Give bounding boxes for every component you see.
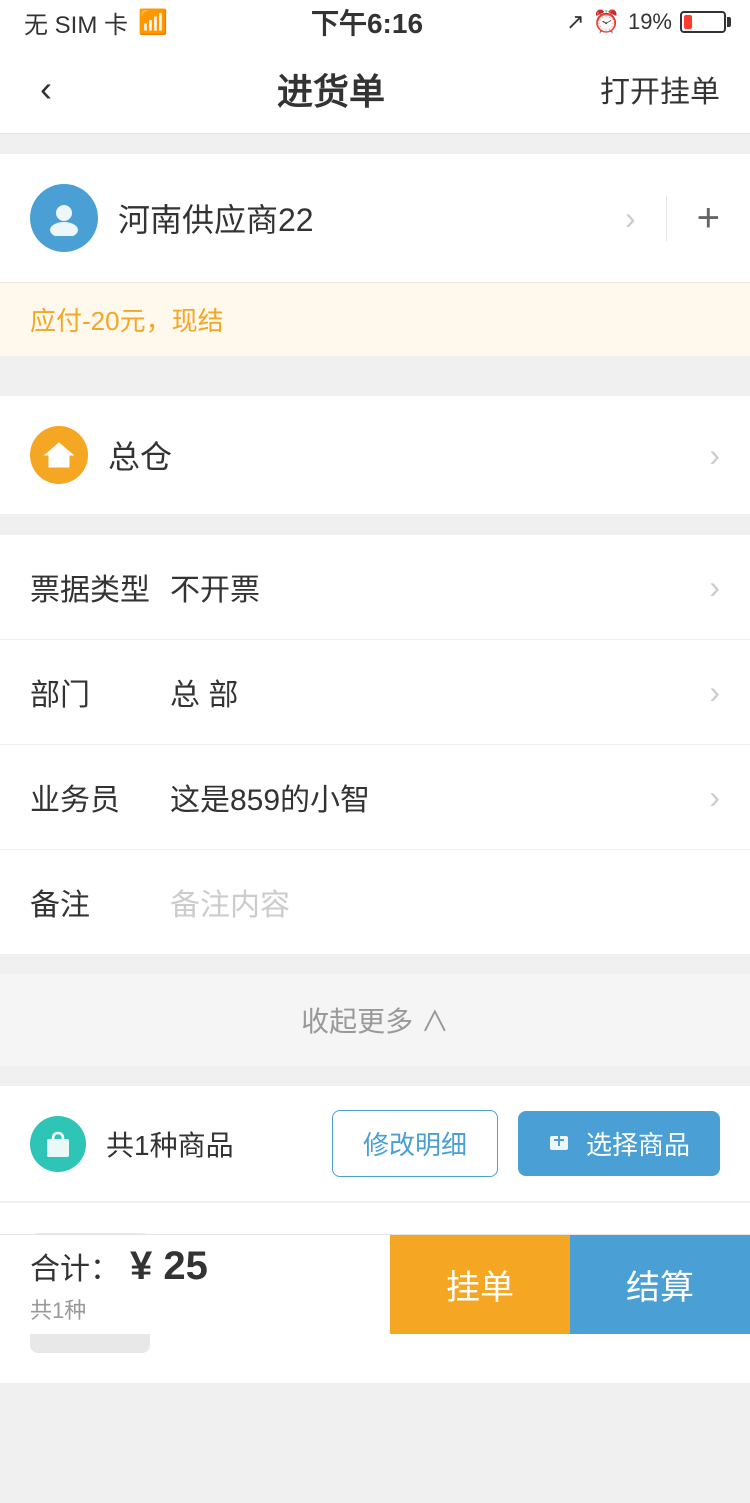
remark-label: 备注 xyxy=(30,880,150,924)
chevron-right-icon: › xyxy=(709,437,720,474)
alarm-icon: ⏰ xyxy=(593,9,620,35)
dept-row[interactable]: 部门 总 部 › xyxy=(0,639,750,744)
dept-label: 部门 xyxy=(30,670,150,714)
form-divider xyxy=(0,514,750,534)
checkout-button[interactable]: 结算 xyxy=(570,1235,750,1334)
invoice-row[interactable]: 票据类型 不开票 › xyxy=(0,534,750,639)
collapse-button[interactable]: 收起更多 ∧ xyxy=(0,974,750,1066)
chevron-right-icon: › xyxy=(709,779,720,816)
chevron-right-icon: › xyxy=(625,200,636,237)
carrier-label: 无 SIM 卡 xyxy=(24,5,128,40)
cart-icon xyxy=(548,1132,576,1156)
remark-row[interactable]: 备注 备注内容 xyxy=(0,849,750,954)
product-count: 共1种商品 xyxy=(106,1124,312,1164)
nav-bar: ‹ 进货单 打开挂单 xyxy=(0,44,750,134)
location-icon: ↗ xyxy=(566,9,584,35)
person-icon xyxy=(46,200,82,236)
chevron-right-icon: › xyxy=(709,674,720,711)
invoice-value: 不开票 xyxy=(150,565,709,609)
select-product-label: 选择商品 xyxy=(586,1125,690,1162)
product-header: 共1种商品 修改明细 选择商品 xyxy=(0,1086,750,1201)
status-bar-left: 无 SIM 卡 📶 xyxy=(24,5,168,40)
supplier-row[interactable]: 河南供应商22 › + xyxy=(0,154,750,282)
home-icon xyxy=(43,441,75,469)
open-hang-button[interactable]: 打开挂单 xyxy=(600,67,720,111)
sales-row[interactable]: 业务员 这是859的小智 › xyxy=(0,744,750,849)
bottom-bar: 合计： ¥ 25 共1种 挂单 结算 xyxy=(0,1234,750,1334)
notice-bar: 应付-20元，现结 xyxy=(0,282,750,356)
warehouse-row[interactable]: 总仓 › xyxy=(0,396,750,514)
add-supplier-button[interactable]: + xyxy=(666,196,720,241)
hang-order-button[interactable]: 挂单 xyxy=(390,1235,570,1334)
total-label: 合计： xyxy=(30,1244,120,1288)
sales-value: 这是859的小智 xyxy=(150,775,709,819)
warehouse-section: 总仓 › xyxy=(0,396,750,514)
modify-detail-button[interactable]: 修改明细 xyxy=(332,1110,498,1177)
supplier-name: 河南供应商22 xyxy=(118,195,625,241)
status-bar-time: 下午6:16 xyxy=(311,2,423,42)
form-section: 票据类型 不开票 › 部门 总 部 › 业务员 这是859的小智 › 备注 备注… xyxy=(0,534,750,954)
product-icon xyxy=(30,1116,86,1172)
warehouse-divider xyxy=(0,356,750,376)
chevron-right-icon: › xyxy=(709,569,720,606)
warehouse-name: 总仓 xyxy=(108,432,709,478)
page-title: 进货单 xyxy=(277,63,385,115)
battery-percent: 19% xyxy=(628,9,672,35)
battery-fill xyxy=(684,15,692,29)
warehouse-icon xyxy=(30,426,88,484)
total-sub: 共1种 xyxy=(30,1293,360,1325)
avatar xyxy=(30,184,98,252)
remark-placeholder: 备注内容 xyxy=(150,880,720,924)
dept-value: 总 部 xyxy=(150,670,709,714)
bag-icon xyxy=(43,1129,73,1159)
top-divider xyxy=(0,134,750,154)
bottom-spacer xyxy=(0,1383,750,1503)
invoice-label: 票据类型 xyxy=(30,565,150,609)
select-product-button[interactable]: 选择商品 xyxy=(518,1111,720,1176)
total-main: 合计： ¥ 25 xyxy=(30,1244,360,1289)
sales-label: 业务员 xyxy=(30,775,150,819)
back-button[interactable]: ‹ xyxy=(30,58,62,120)
status-bar: 无 SIM 卡 📶 下午6:16 ↗ ⏰ 19% xyxy=(0,0,750,44)
wifi-icon: 📶 xyxy=(138,8,168,37)
supplier-section: 河南供应商22 › + 应付-20元，现结 xyxy=(0,154,750,356)
total-section: 合计： ¥ 25 共1种 xyxy=(0,1235,390,1334)
status-bar-right: ↗ ⏰ 19% xyxy=(566,9,726,35)
battery-icon xyxy=(680,11,726,33)
total-amount: ¥ 25 xyxy=(130,1244,208,1289)
